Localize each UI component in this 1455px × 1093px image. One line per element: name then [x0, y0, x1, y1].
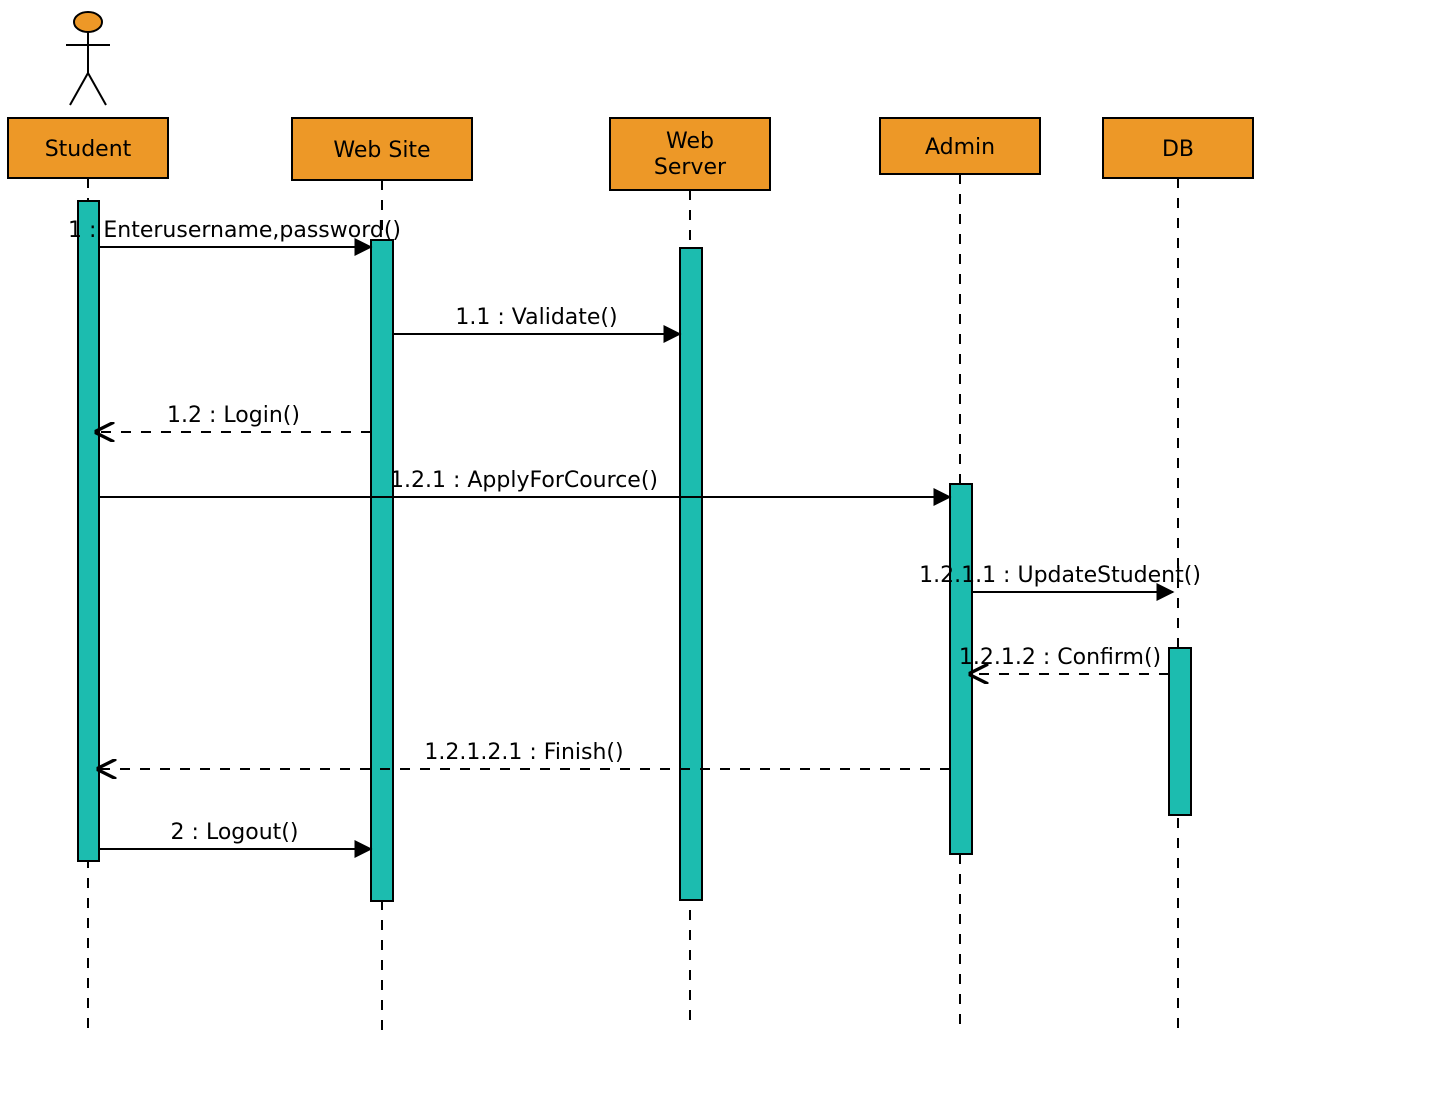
message-m1_2: 1.2 : Login() — [96, 403, 371, 432]
lifeline-label: Web Site — [333, 138, 430, 163]
message-label: 1.2.1.2 : Confirm() — [959, 645, 1161, 670]
actor-head-icon — [74, 12, 102, 32]
message-m1: 1 : Enterusername,password() — [68, 218, 401, 247]
lifeline-label: Student — [45, 137, 132, 162]
message-label: 1.2.1 : ApplyForCource() — [390, 468, 658, 493]
message-m1_2_1_1: 1.2.1.1 : UpdateStudent() — [919, 563, 1201, 592]
message-m1_1: 1.1 : Validate() — [393, 305, 680, 334]
message-m1_2_1: 1.2.1 : ApplyForCource() — [98, 468, 950, 497]
activation-website — [371, 240, 393, 901]
message-m1_2_1_2: 1.2.1.2 : Confirm() — [959, 645, 1169, 674]
lifeline-label: DB — [1162, 137, 1194, 162]
message-label: 1.2.1.1 : UpdateStudent() — [919, 563, 1201, 588]
message-label: 1 : Enterusername,password() — [68, 218, 401, 243]
lifeline-label: Server — [654, 155, 727, 180]
lifeline-label: Web — [666, 129, 714, 154]
message-m1_2_1_2_1: 1.2.1.2.1 : Finish() — [98, 740, 950, 769]
actor-icon — [66, 12, 110, 105]
message-label: 1.2.1.2.1 : Finish() — [424, 740, 623, 765]
activation-student — [78, 201, 99, 861]
message-label: 1.1 : Validate() — [455, 305, 617, 330]
message-label: 2 : Logout() — [171, 820, 299, 845]
activation-db — [1169, 648, 1191, 815]
activation-webserver — [680, 248, 702, 900]
message-m2: 2 : Logout() — [98, 820, 371, 849]
message-label: 1.2 : Login() — [167, 403, 300, 428]
lifeline-label: Admin — [925, 135, 995, 160]
sequence-diagram: Student Web Site WebServer Admin DB 1 : Enter… — [0, 0, 1455, 1093]
